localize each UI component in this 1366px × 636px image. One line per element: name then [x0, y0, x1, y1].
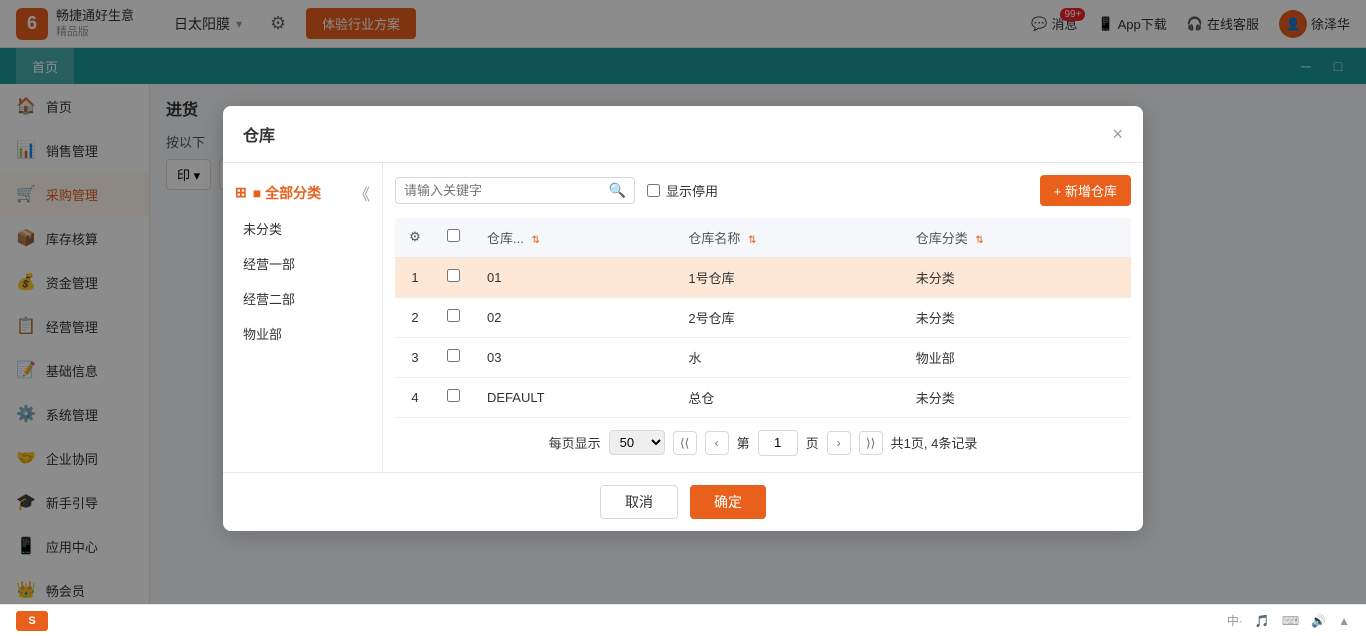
- row3-checkbox[interactable]: [447, 349, 460, 362]
- status-bar-right: 中· 🎵 ⌨ 🔊 ▲: [1227, 612, 1350, 629]
- table-toolbar: 🔍 显示停用 + 新增仓库: [395, 175, 1131, 206]
- total-info: 共1页, 4条记录: [891, 433, 978, 452]
- status-bar: S 中· 🎵 ⌨ 🔊 ▲: [0, 604, 1366, 636]
- row3-category: 物业部: [904, 337, 1131, 377]
- per-page-select[interactable]: 50 10 20 100: [609, 430, 665, 455]
- th-gear: ⚙: [395, 218, 435, 258]
- first-page-button[interactable]: ⟨⟨: [673, 431, 697, 455]
- upload-icon[interactable]: ▲: [1338, 614, 1350, 628]
- warehouse-table: ⚙ 仓库... ⇅ 仓库名称 ⇅: [395, 218, 1131, 418]
- row2-checkbox-cell: [435, 297, 475, 337]
- sort-category-icon: ⇅: [975, 235, 983, 246]
- cancel-button[interactable]: 取消: [600, 485, 678, 519]
- keyboard-icon[interactable]: ⌨: [1282, 614, 1299, 628]
- next-page-button[interactable]: ›: [827, 431, 851, 455]
- category-panel: ⊞ ■ 全部分类 《 未分类 经营一部 经营二部 物业部: [223, 163, 383, 472]
- table-container: ⚙ 仓库... ⇅ 仓库名称 ⇅: [395, 218, 1131, 418]
- audio-icon[interactable]: 🎵: [1255, 614, 1270, 628]
- search-box: 🔍: [395, 177, 635, 204]
- modal-title: 仓库: [243, 122, 275, 146]
- modal-overlay: 仓库 × ⊞ ■ 全部分类 《 未分类 经营一部 经营二部 物业部: [0, 0, 1366, 636]
- th-category[interactable]: 仓库分类 ⇅: [904, 218, 1131, 258]
- ime-label[interactable]: 中·: [1227, 612, 1243, 629]
- table-row[interactable]: 1 01 1号仓库 未分类: [395, 257, 1131, 297]
- close-icon[interactable]: ×: [1112, 125, 1123, 143]
- speaker-icon[interactable]: 🔊: [1311, 614, 1326, 628]
- row1-checkbox[interactable]: [447, 269, 460, 282]
- row1-code: 01: [475, 257, 676, 297]
- modal-body: ⊞ ■ 全部分类 《 未分类 经营一部 经营二部 物业部 🔍: [223, 163, 1143, 472]
- row1-category: 未分类: [904, 257, 1131, 297]
- category-item-property[interactable]: 物业部: [223, 316, 382, 351]
- row1-index: 1: [395, 257, 435, 297]
- new-warehouse-button[interactable]: + 新增仓库: [1040, 175, 1131, 206]
- all-category-text: ■ 全部分类: [253, 183, 321, 203]
- grid-icon: ⊞: [235, 184, 247, 201]
- last-page-button[interactable]: ⟩⟩: [859, 431, 883, 455]
- table-row[interactable]: 4 DEFAULT 总仓 未分类: [395, 377, 1131, 417]
- row4-checkbox[interactable]: [447, 389, 460, 402]
- th-name-label: 仓库名称: [688, 231, 740, 246]
- warehouse-modal: 仓库 × ⊞ ■ 全部分类 《 未分类 经营一部 经营二部 物业部: [223, 106, 1143, 531]
- confirm-button[interactable]: 确定: [690, 485, 766, 519]
- table-panel: 🔍 显示停用 + 新增仓库 ⚙: [383, 163, 1143, 472]
- show-disabled-text: 显示停用: [666, 181, 718, 200]
- pagination: 每页显示 50 10 20 100 ⟨⟨ ‹ 第 页 › ⟩⟩ 共1页, 4条记…: [395, 418, 1131, 460]
- select-all-checkbox[interactable]: [447, 229, 460, 242]
- sort-code-icon: ⇅: [531, 235, 539, 246]
- th-code-label: 仓库...: [487, 231, 524, 246]
- search-input[interactable]: [404, 183, 609, 198]
- sort-name-icon: ⇅: [748, 235, 756, 246]
- row4-category: 未分类: [904, 377, 1131, 417]
- th-code[interactable]: 仓库... ⇅: [475, 218, 676, 258]
- row4-index: 4: [395, 377, 435, 417]
- page-label: 页: [806, 433, 819, 452]
- th-category-label: 仓库分类: [916, 231, 968, 246]
- page-di-label: 第: [737, 433, 750, 452]
- row4-checkbox-cell: [435, 377, 475, 417]
- row3-index: 3: [395, 337, 435, 377]
- row1-name: 1号仓库: [676, 257, 903, 297]
- prev-page-button[interactable]: ‹: [705, 431, 729, 455]
- table-row[interactable]: 3 03 水 物业部: [395, 337, 1131, 377]
- row4-name: 总仓: [676, 377, 903, 417]
- gear-header-icon: ⚙: [409, 229, 421, 244]
- per-page-label: 每页显示: [549, 433, 601, 452]
- table-row[interactable]: 2 02 2号仓库 未分类: [395, 297, 1131, 337]
- modal-footer: 取消 确定: [223, 472, 1143, 531]
- sougou-logo: S: [16, 611, 48, 631]
- th-name[interactable]: 仓库名称 ⇅: [676, 218, 903, 258]
- category-header: ⊞ ■ 全部分类 《: [223, 175, 382, 211]
- show-disabled-checkbox[interactable]: [647, 184, 660, 197]
- row4-code: DEFAULT: [475, 377, 676, 417]
- row2-category: 未分类: [904, 297, 1131, 337]
- search-icon: 🔍: [609, 182, 626, 199]
- row2-index: 2: [395, 297, 435, 337]
- row2-name: 2号仓库: [676, 297, 903, 337]
- category-item-ops2[interactable]: 经营二部: [223, 281, 382, 316]
- row3-code: 03: [475, 337, 676, 377]
- row2-checkbox[interactable]: [447, 309, 460, 322]
- current-page-input[interactable]: [758, 430, 798, 456]
- modal-header: 仓库 ×: [223, 106, 1143, 163]
- category-all-label[interactable]: ⊞ ■ 全部分类: [235, 183, 321, 203]
- row2-code: 02: [475, 297, 676, 337]
- collapse-icon[interactable]: 《: [354, 181, 370, 205]
- category-item-ops1[interactable]: 经营一部: [223, 246, 382, 281]
- category-item-unclassified[interactable]: 未分类: [223, 211, 382, 246]
- th-checkbox: [435, 218, 475, 258]
- show-disabled-label[interactable]: 显示停用: [647, 181, 718, 200]
- row3-name: 水: [676, 337, 903, 377]
- row1-checkbox-cell: [435, 257, 475, 297]
- row3-checkbox-cell: [435, 337, 475, 377]
